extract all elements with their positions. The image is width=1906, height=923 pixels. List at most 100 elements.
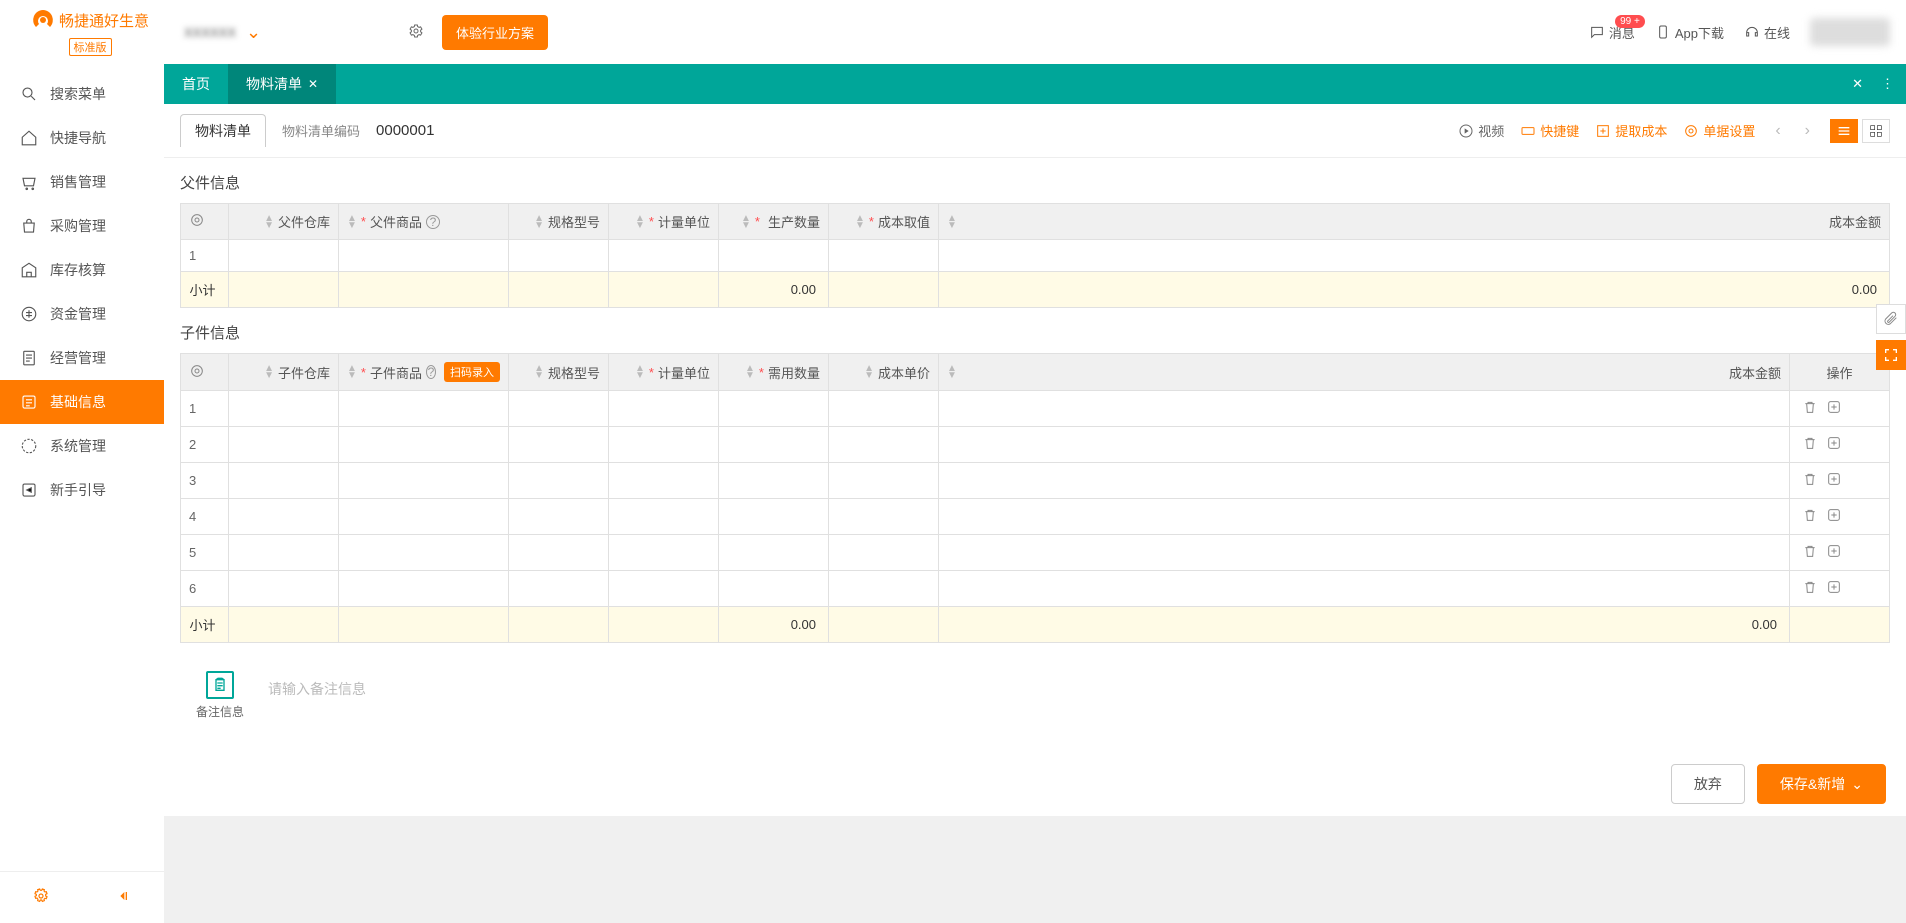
cell[interactable] [719, 463, 829, 499]
col-parent-cost-amount[interactable]: ▲▼成本金额 [939, 204, 1890, 240]
table-row[interactable]: 2 [181, 427, 1890, 463]
table-row[interactable]: 1 [181, 391, 1890, 427]
cell[interactable] [229, 571, 339, 607]
tab-home[interactable]: 首页 [164, 64, 228, 104]
table-row[interactable]: 1 [181, 240, 1890, 272]
col-parent-unit[interactable]: ▲▼*计量单位 [609, 204, 719, 240]
add-row-button[interactable] [1826, 579, 1842, 595]
table-row[interactable]: 4 [181, 499, 1890, 535]
cell[interactable] [939, 535, 1790, 571]
col-parent-cost-method[interactable]: ▲▼*成本取值 [829, 204, 939, 240]
cell[interactable] [609, 571, 719, 607]
cell[interactable] [339, 571, 509, 607]
discard-button[interactable]: 放弃 [1671, 764, 1745, 804]
fullscreen-button[interactable] [1876, 340, 1906, 370]
add-row-button[interactable] [1826, 399, 1842, 415]
user-avatar[interactable] [1810, 18, 1890, 46]
cell[interactable] [719, 427, 829, 463]
cell[interactable] [719, 535, 829, 571]
org-settings-button[interactable] [404, 19, 428, 46]
cell[interactable] [339, 499, 509, 535]
cell[interactable] [939, 240, 1890, 272]
cell[interactable] [339, 427, 509, 463]
delete-row-button[interactable] [1802, 435, 1818, 451]
app-download-button[interactable]: App下载 [1655, 23, 1724, 42]
close-all-button[interactable]: ✕ [1846, 70, 1869, 98]
add-row-button[interactable] [1826, 471, 1842, 487]
cell[interactable] [509, 240, 609, 272]
cell[interactable] [509, 463, 609, 499]
cell[interactable] [719, 391, 829, 427]
cell[interactable] [339, 391, 509, 427]
table-row[interactable]: 3 [181, 463, 1890, 499]
cell[interactable] [609, 240, 719, 272]
cell[interactable] [339, 463, 509, 499]
close-icon[interactable]: ✕ [308, 77, 318, 91]
cell[interactable] [829, 499, 939, 535]
save-add-button[interactable]: 保存&新增 ⌄ [1757, 764, 1886, 804]
cell[interactable] [609, 427, 719, 463]
cell[interactable] [829, 427, 939, 463]
messages-button[interactable]: 消息 99 + [1589, 23, 1635, 42]
cell[interactable] [829, 571, 939, 607]
cell[interactable] [609, 463, 719, 499]
add-row-button[interactable] [1826, 543, 1842, 559]
add-row-button[interactable] [1826, 507, 1842, 523]
cell[interactable] [229, 535, 339, 571]
sidebar-item-quicknav[interactable]: 快捷导航 [0, 116, 164, 160]
cell[interactable] [229, 391, 339, 427]
online-support-button[interactable]: 在线 [1744, 23, 1790, 42]
sidebar-item-system[interactable]: 系统管理 [0, 424, 164, 468]
sidebar-item-inventory[interactable]: 库存核算 [0, 248, 164, 292]
col-child-spec[interactable]: ▲▼规格型号 [509, 354, 609, 391]
cell[interactable] [509, 499, 609, 535]
promo-button[interactable]: 体验行业方案 [442, 15, 548, 50]
cell[interactable] [609, 391, 719, 427]
delete-row-button[interactable] [1802, 471, 1818, 487]
prev-button[interactable]: ‹ [1771, 122, 1784, 140]
add-row-button[interactable] [1826, 435, 1842, 451]
col-child-qty[interactable]: ▲▼*需用数量 [719, 354, 829, 391]
info-icon[interactable]: ? [426, 215, 440, 229]
col-child-warehouse[interactable]: ▲▼子件仓库 [229, 354, 339, 391]
cell[interactable] [229, 427, 339, 463]
cell[interactable] [939, 499, 1790, 535]
cell[interactable] [719, 240, 829, 272]
sidebar-item-basic-info[interactable]: 基础信息 [0, 380, 164, 424]
attachment-button[interactable] [1876, 304, 1906, 334]
delete-row-button[interactable] [1802, 507, 1818, 523]
cell[interactable] [229, 499, 339, 535]
video-button[interactable]: 视频 [1458, 121, 1504, 140]
cell[interactable] [939, 571, 1790, 607]
cell[interactable] [229, 240, 339, 272]
doc-setting-button[interactable]: 单据设置 [1683, 121, 1755, 140]
col-child-cost-amount[interactable]: ▲▼成本金额 [939, 354, 1790, 391]
sidebar-item-search[interactable]: 搜索菜单 [0, 72, 164, 116]
col-child-cost-unit[interactable]: ▲▼成本单价 [829, 354, 939, 391]
remark-input[interactable] [264, 671, 1874, 707]
cell[interactable] [509, 571, 609, 607]
sidebar-item-guide[interactable]: 新手引导 [0, 468, 164, 512]
sidebar-item-business[interactable]: 经营管理 [0, 336, 164, 380]
cell[interactable] [719, 499, 829, 535]
extract-cost-button[interactable]: 提取成本 [1595, 121, 1667, 140]
table-row[interactable]: 6 [181, 571, 1890, 607]
info-icon[interactable]: ? [426, 365, 436, 379]
cell[interactable] [339, 535, 509, 571]
shortcut-button[interactable]: 快捷键 [1520, 121, 1579, 140]
col-child-unit[interactable]: ▲▼*计量单位 [609, 354, 719, 391]
view-grid-button[interactable] [1862, 119, 1890, 143]
sidebar-settings-button[interactable] [29, 884, 53, 911]
cell[interactable] [229, 463, 339, 499]
col-gear[interactable] [181, 354, 229, 391]
col-parent-product[interactable]: ▲▼*父件商品? [339, 204, 509, 240]
col-parent-qty[interactable]: ▲▼*生产数量 [719, 204, 829, 240]
cell[interactable] [509, 535, 609, 571]
cell[interactable] [829, 240, 939, 272]
view-list-button[interactable] [1830, 119, 1858, 143]
cell[interactable] [719, 571, 829, 607]
cell[interactable] [339, 240, 509, 272]
cell[interactable] [829, 463, 939, 499]
cell[interactable] [509, 391, 609, 427]
sidebar-item-sales[interactable]: 销售管理 [0, 160, 164, 204]
